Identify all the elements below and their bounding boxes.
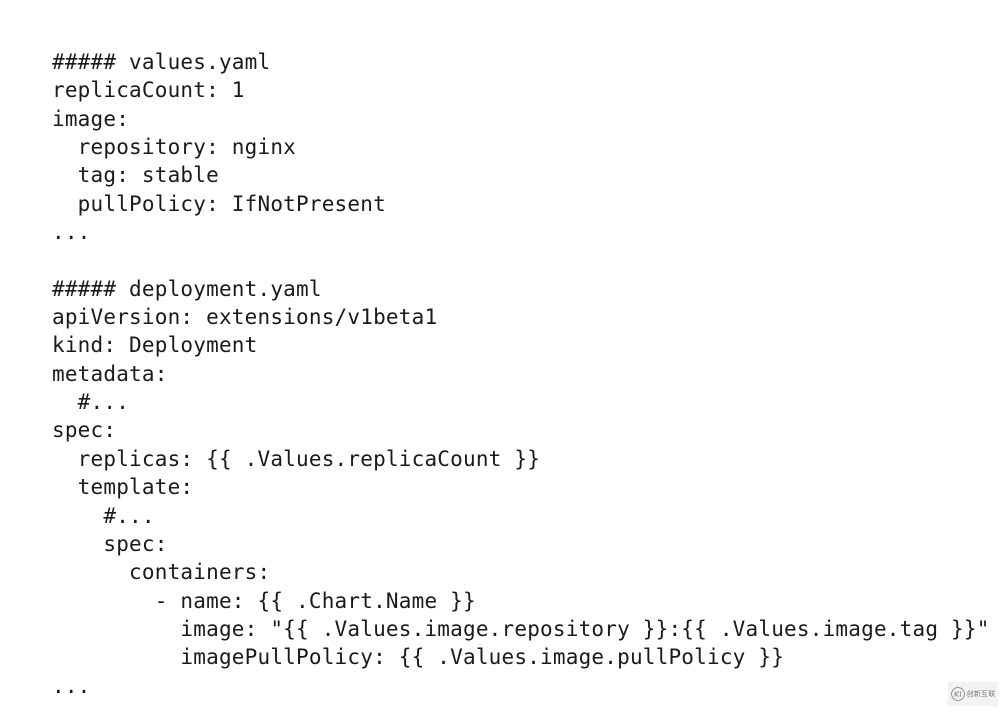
watermark-label: 创新互联 [967,691,996,698]
code-block: ##### values.yaml replicaCount: 1 image:… [52,48,952,700]
watermark-icon [951,687,965,701]
watermark-badge: 创新互联 [948,682,998,706]
